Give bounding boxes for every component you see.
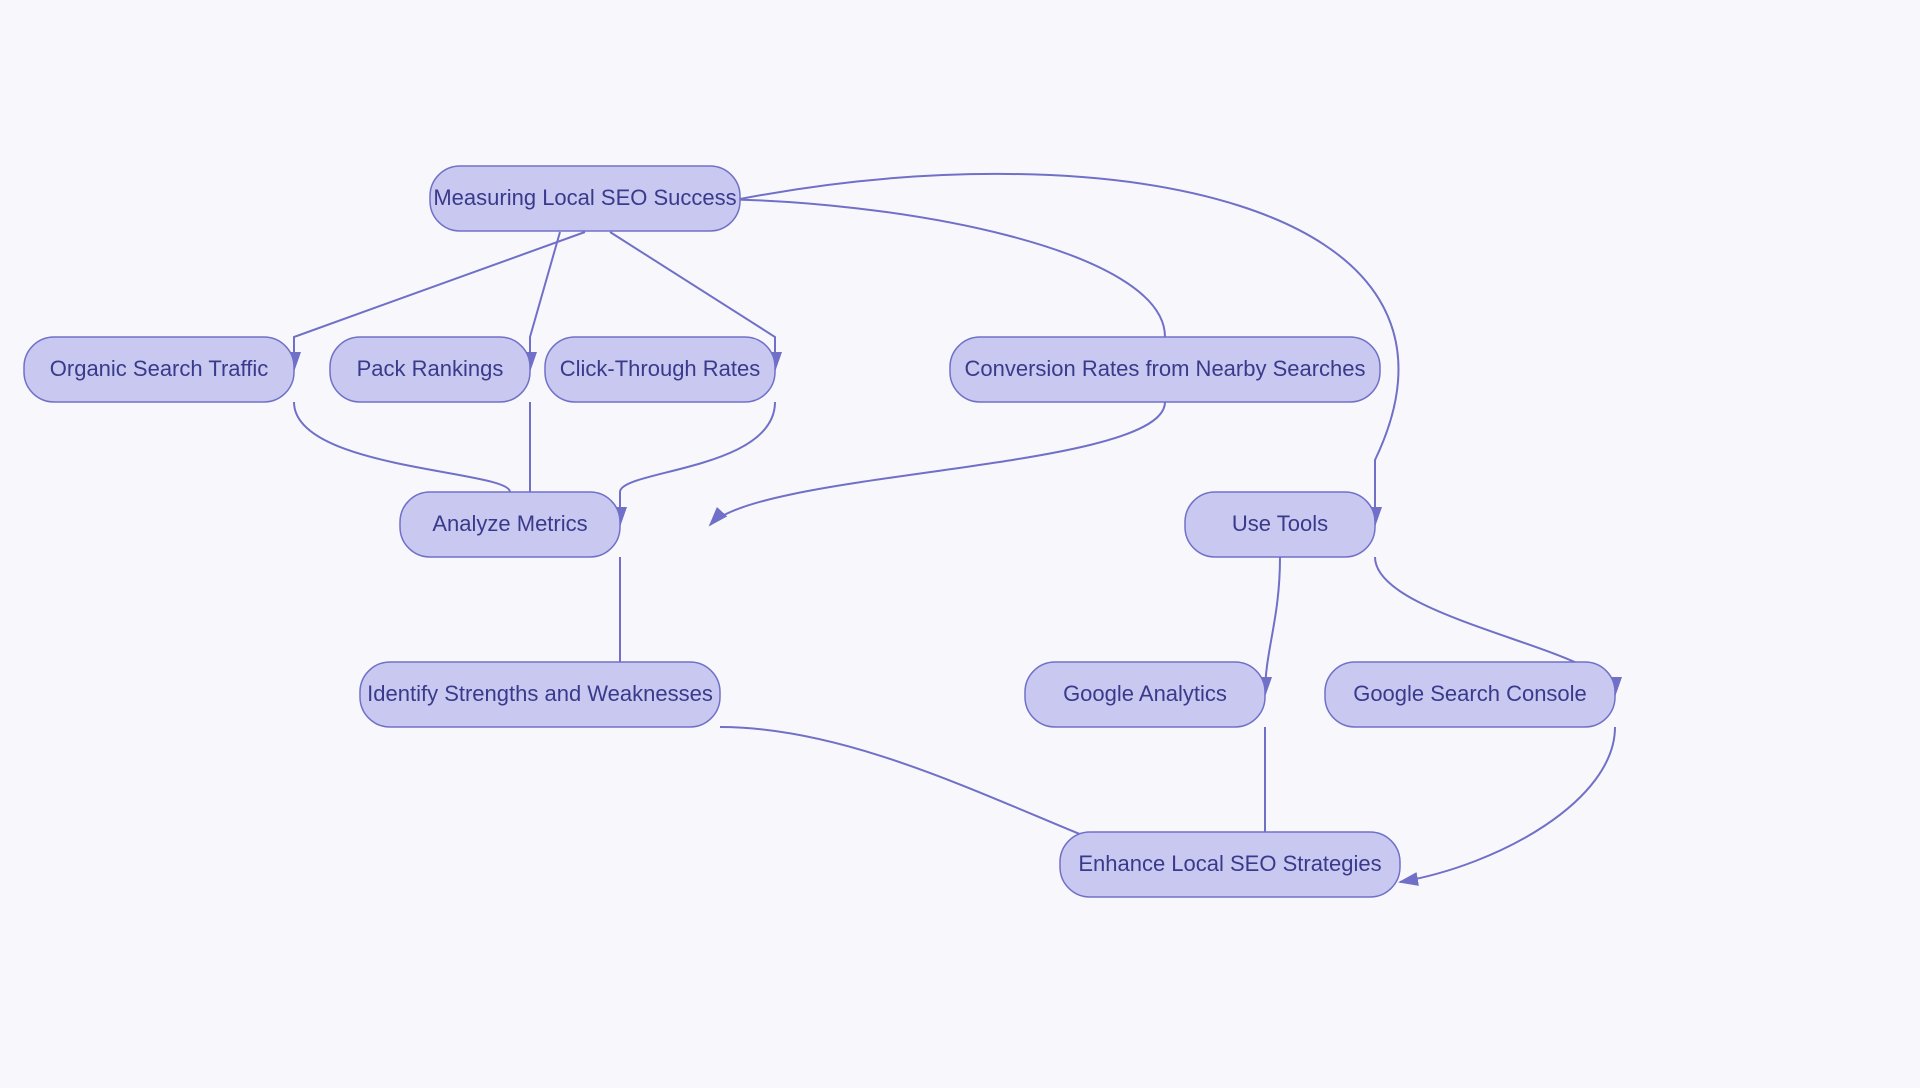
node-measuring-label: Measuring Local SEO Success xyxy=(433,185,736,210)
node-enhance-label: Enhance Local SEO Strategies xyxy=(1078,851,1381,876)
node-ctr-label: Click-Through Rates xyxy=(560,356,761,381)
node-identify-label: Identify Strengths and Weaknesses xyxy=(367,681,713,706)
node-ganalytics-label: Google Analytics xyxy=(1063,681,1227,706)
node-pack-label: Pack Rankings xyxy=(357,356,504,381)
node-usetools-label: Use Tools xyxy=(1232,511,1328,536)
node-gsearch-label: Google Search Console xyxy=(1353,681,1587,706)
node-analyze-label: Analyze Metrics xyxy=(432,511,587,536)
node-organic-label: Organic Search Traffic xyxy=(50,356,268,381)
node-conversion-label: Conversion Rates from Nearby Searches xyxy=(964,356,1365,381)
